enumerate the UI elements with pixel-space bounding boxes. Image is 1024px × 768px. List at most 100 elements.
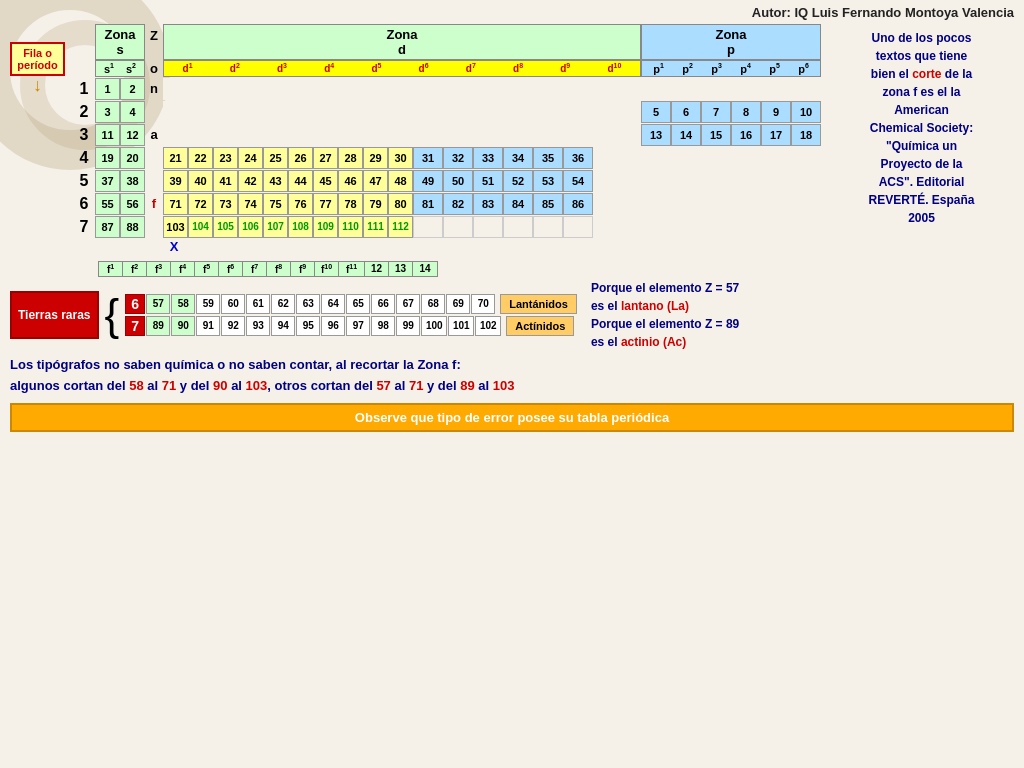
cell-4: 4 <box>120 101 145 123</box>
cell-52: 52 <box>503 170 533 192</box>
cell-112: 112 <box>388 216 413 238</box>
cell-88: 88 <box>120 216 145 238</box>
zone-s-subheader: s1 s2 <box>95 60 145 77</box>
cell-55: 55 <box>95 193 120 215</box>
bottom-rows-area: Tierras raras { 6 57 58 59 60 61 62 63 6… <box>10 279 1014 351</box>
arrow-down-icon: ↓ <box>33 76 42 94</box>
cell-9: 9 <box>761 101 791 123</box>
f-rows-block: 6 57 58 59 60 61 62 63 64 65 66 67 68 69 <box>125 294 577 336</box>
tierras-raras-box: Tierras raras <box>10 291 99 339</box>
cell-3: 3 <box>95 101 120 123</box>
cell-53: 53 <box>533 170 563 192</box>
cell-23: 23 <box>213 147 238 169</box>
cell-79: 79 <box>363 193 388 215</box>
cell-21: 21 <box>163 147 188 169</box>
f-cell-68: 68 <box>421 294 445 314</box>
cell-86: 86 <box>563 193 593 215</box>
cell-83: 83 <box>473 193 503 215</box>
cell-106: 106 <box>238 216 263 238</box>
n-label: n <box>145 81 163 96</box>
f-cell-101: 101 <box>448 316 474 336</box>
cell-105: 105 <box>213 216 238 238</box>
cell-42: 42 <box>238 170 263 192</box>
cell-30: 30 <box>388 147 413 169</box>
f-cell-67: 67 <box>396 294 420 314</box>
cell-76: 76 <box>288 193 313 215</box>
cell-10: 10 <box>791 101 821 123</box>
cell-109: 109 <box>313 216 338 238</box>
cell-34: 34 <box>503 147 533 169</box>
f-cell-102: 102 <box>475 316 501 336</box>
cell-31: 31 <box>413 147 443 169</box>
f-cell-65: 65 <box>346 294 370 314</box>
row-3-label: 3 <box>73 124 95 146</box>
cell-87: 87 <box>95 216 120 238</box>
row-5-label: 5 <box>73 170 95 192</box>
f-cell-100: 100 <box>421 316 447 336</box>
cell-45: 45 <box>313 170 338 192</box>
x-mark: X <box>163 239 185 255</box>
cell-26: 26 <box>288 147 313 169</box>
f-cell-66: 66 <box>371 294 395 314</box>
bottom-text: Los tipógrafos no saben química o no sab… <box>10 355 1014 397</box>
cell-103: 103 <box>163 216 188 238</box>
cell-44: 44 <box>288 170 313 192</box>
row-1-label: 1 <box>73 78 95 100</box>
f-cell-70: 70 <box>471 294 495 314</box>
f-cell-59: 59 <box>196 294 220 314</box>
cell-78: 78 <box>338 193 363 215</box>
bottom-section: f1 f2 f3 f4 f5 f6 f7 f8 f9 f10 f11 12 13… <box>10 261 1014 432</box>
cell-108: 108 <box>288 216 313 238</box>
cell-104: 104 <box>188 216 213 238</box>
lanthanides-box: Lantánidos <box>500 294 577 314</box>
f-cell-90: 90 <box>171 316 195 336</box>
cell-47: 47 <box>363 170 388 192</box>
right-explanation: Porque el elemento Z = 57 es el lantano … <box>591 279 739 351</box>
f-cell-91: 91 <box>196 316 220 336</box>
author-text: Autor: IQ Luis Fernando Montoya Valencia <box>10 5 1014 20</box>
fila-periodo-box: Fila o período <box>10 42 65 76</box>
observe-box: Observe que tipo de error posee su tabla… <box>10 403 1014 432</box>
f-row-7: 7 89 90 91 92 93 94 95 96 97 98 99 100 1… <box>125 316 577 336</box>
f-cell-93: 93 <box>246 316 270 336</box>
f-subheader: f1 f2 f3 f4 f5 f6 f7 f8 f9 f10 f11 12 13… <box>98 261 438 277</box>
f-cell-60: 60 <box>221 294 245 314</box>
cell-20: 20 <box>120 147 145 169</box>
cell-39: 39 <box>163 170 188 192</box>
cell-36: 36 <box>563 147 593 169</box>
brace-icon: { <box>105 293 120 337</box>
cell-27: 27 <box>313 147 338 169</box>
cell-37: 37 <box>95 170 120 192</box>
cell-19: 19 <box>95 147 120 169</box>
f-cell-64: 64 <box>321 294 345 314</box>
cell-6: 6 <box>671 101 701 123</box>
f-cell-96: 96 <box>321 316 345 336</box>
row-7-label: 7 <box>73 216 95 238</box>
f-cell-62: 62 <box>271 294 295 314</box>
f-cell-69: 69 <box>446 294 470 314</box>
cell-73: 73 <box>213 193 238 215</box>
cell-7: 7 <box>701 101 731 123</box>
f-label: f <box>145 196 163 211</box>
cell-56: 56 <box>120 193 145 215</box>
cell-77: 77 <box>313 193 338 215</box>
f-cell-61: 61 <box>246 294 270 314</box>
zone-d-header: Zonad <box>163 24 641 60</box>
cell-50: 50 <box>443 170 473 192</box>
row-4-label: 4 <box>73 147 95 169</box>
cell-28: 28 <box>338 147 363 169</box>
cell-35: 35 <box>533 147 563 169</box>
cell-51: 51 <box>473 170 503 192</box>
a-label: a <box>145 127 163 142</box>
cell-17: 17 <box>761 124 791 146</box>
f-cell-98: 98 <box>371 316 395 336</box>
f-row-6: 6 57 58 59 60 61 62 63 64 65 66 67 68 69 <box>125 294 577 314</box>
f-cell-97: 97 <box>346 316 370 336</box>
cell-107: 107 <box>263 216 288 238</box>
cell-111: 111 <box>363 216 388 238</box>
cell-33: 33 <box>473 147 503 169</box>
periodic-table-section: Zonas Z Zonad Zonap s1 s2 <box>73 24 821 257</box>
row-6-label: 6 <box>73 193 95 215</box>
cell-13: 13 <box>641 124 671 146</box>
cell-46: 46 <box>338 170 363 192</box>
